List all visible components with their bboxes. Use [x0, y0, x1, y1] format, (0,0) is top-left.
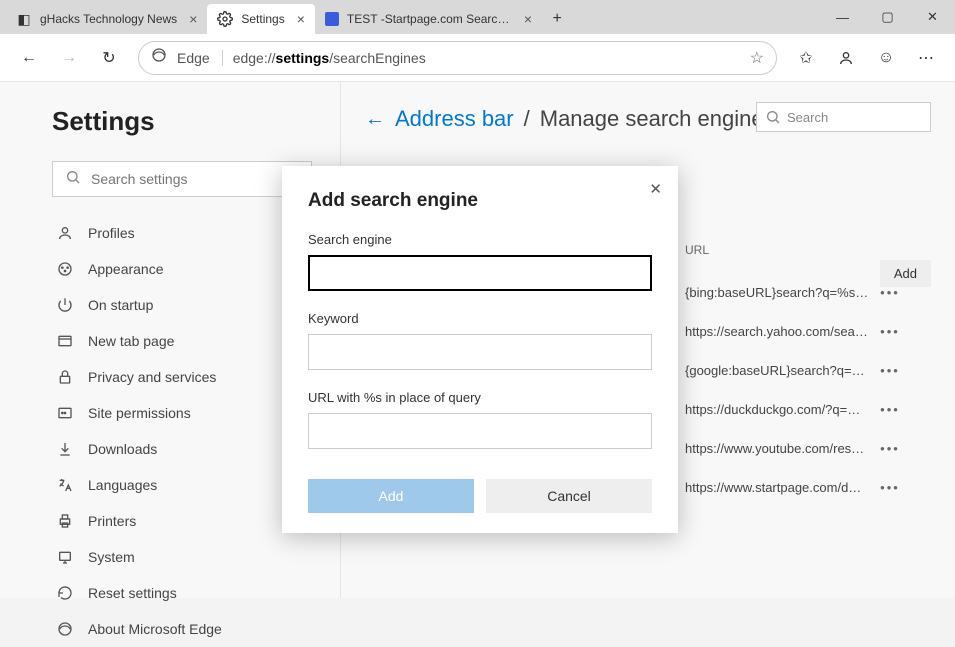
- person-icon: [56, 224, 74, 242]
- search-settings-input[interactable]: [91, 171, 299, 187]
- dialog-close-button[interactable]: ✕: [649, 180, 662, 198]
- label-search-engine: Search engine: [308, 232, 652, 247]
- address-bar[interactable]: Edge edge://settings/searchEngines ☆: [138, 41, 777, 75]
- nav-site-permissions[interactable]: Site permissions: [52, 395, 312, 431]
- breadcrumb-back-icon[interactable]: ←: [365, 108, 385, 131]
- search-settings-field[interactable]: [52, 161, 312, 197]
- new-tab-button[interactable]: +: [542, 4, 572, 34]
- nav-newtab[interactable]: New tab page: [52, 323, 312, 359]
- nav-about[interactable]: About Microsoft Edge: [52, 611, 312, 647]
- more-icon[interactable]: •••: [875, 285, 905, 300]
- nav-startup[interactable]: On startup: [52, 287, 312, 323]
- breadcrumb-sep: /: [524, 106, 530, 132]
- search-icon: [765, 109, 781, 125]
- nav-privacy[interactable]: Privacy and services: [52, 359, 312, 395]
- more-icon[interactable]: •••: [875, 363, 905, 378]
- engine-list: {bing:baseURL}search?q=%s…••• https://se…: [685, 273, 931, 507]
- lock-icon: [56, 368, 74, 386]
- breadcrumb-link[interactable]: Address bar: [395, 106, 514, 132]
- tab-strip: ◧ gHacks Technology News × Settings × TE…: [0, 0, 572, 34]
- nav-downloads[interactable]: Downloads: [52, 431, 312, 467]
- system-icon: [56, 548, 74, 566]
- language-icon: [56, 476, 74, 494]
- add-engine-button[interactable]: Add: [880, 260, 931, 287]
- label-url: URL with %s in place of query: [308, 390, 652, 405]
- more-icon[interactable]: •••: [875, 402, 905, 417]
- favicon-ghacks: ◧: [16, 11, 32, 27]
- nav-printers[interactable]: Printers: [52, 503, 312, 539]
- close-icon[interactable]: ×: [297, 11, 305, 27]
- reset-icon: [56, 584, 74, 602]
- tab-ghacks[interactable]: ◧ gHacks Technology News ×: [6, 4, 207, 34]
- dialog-title: Add search engine: [308, 190, 652, 212]
- tab-title: Settings: [241, 12, 284, 26]
- window-controls: — ▢ ✕: [820, 0, 955, 34]
- download-icon: [56, 440, 74, 458]
- tab-startpage[interactable]: TEST -Startpage.com Search resu ×: [315, 4, 542, 34]
- profile-button[interactable]: [827, 39, 865, 77]
- address-prefix: Edge: [177, 50, 223, 66]
- tab-settings[interactable]: Settings ×: [207, 4, 315, 34]
- add-search-engine-dialog: ✕ Add search engine Search engine Keywor…: [282, 166, 678, 533]
- feedback-button[interactable]: ☺: [867, 39, 905, 77]
- nav-languages[interactable]: Languages: [52, 467, 312, 503]
- tab-title: TEST -Startpage.com Search resu: [347, 12, 512, 26]
- nav-appearance[interactable]: Appearance: [52, 251, 312, 287]
- more-icon[interactable]: •••: [875, 324, 905, 339]
- settings-nav: Profiles Appearance On startup New tab p…: [52, 215, 312, 647]
- more-icon[interactable]: •••: [875, 480, 905, 495]
- favorites-button[interactable]: ✩: [787, 39, 825, 77]
- engine-row: https://www.youtube.com/res…•••: [685, 429, 931, 468]
- printer-icon: [56, 512, 74, 530]
- permissions-icon: [56, 404, 74, 422]
- close-icon[interactable]: ×: [189, 11, 197, 27]
- power-icon: [56, 296, 74, 314]
- forward-button[interactable]: →: [50, 39, 88, 77]
- edge-icon: [151, 47, 167, 68]
- back-button[interactable]: ←: [10, 39, 48, 77]
- menu-button[interactable]: ⋯: [907, 39, 945, 77]
- close-icon[interactable]: ×: [524, 11, 532, 27]
- maximize-button[interactable]: ▢: [865, 0, 910, 34]
- page-title: Settings: [52, 106, 312, 137]
- tab-title: gHacks Technology News: [40, 12, 177, 26]
- palette-icon: [56, 260, 74, 278]
- input-search-engine[interactable]: [308, 255, 652, 291]
- titlebar: ◧ gHacks Technology News × Settings × TE…: [0, 0, 955, 34]
- tab-icon: [56, 332, 74, 350]
- nav-profiles[interactable]: Profiles: [52, 215, 312, 251]
- browser-toolbar: ← → ↻ Edge edge://settings/searchEngines…: [0, 34, 955, 82]
- column-url-header: URL: [685, 243, 931, 257]
- engine-row: {google:baseURL}search?q=%…•••: [685, 351, 931, 390]
- breadcrumb-current: Manage search engines: [540, 106, 775, 132]
- engine-row: https://duckduckgo.com/?q=…•••: [685, 390, 931, 429]
- minimize-button[interactable]: —: [820, 0, 865, 34]
- input-url[interactable]: [308, 413, 652, 449]
- refresh-button[interactable]: ↻: [90, 39, 128, 77]
- gear-icon: [217, 11, 233, 27]
- favicon-startpage: [325, 12, 339, 26]
- more-icon[interactable]: •••: [875, 441, 905, 456]
- dialog-cancel-button[interactable]: Cancel: [486, 479, 652, 513]
- close-window-button[interactable]: ✕: [910, 0, 955, 34]
- search-engines-search[interactable]: Search: [756, 102, 931, 132]
- search-icon: [65, 169, 81, 190]
- nav-system[interactable]: System: [52, 539, 312, 575]
- engine-row: https://search.yahoo.com/sea…•••: [685, 312, 931, 351]
- input-keyword[interactable]: [308, 334, 652, 370]
- star-icon[interactable]: ☆: [750, 48, 764, 68]
- dialog-add-button[interactable]: Add: [308, 479, 474, 513]
- nav-reset[interactable]: Reset settings: [52, 575, 312, 611]
- edge-icon: [56, 620, 74, 638]
- label-keyword: Keyword: [308, 311, 652, 326]
- address-url: edge://settings/searchEngines: [233, 50, 426, 66]
